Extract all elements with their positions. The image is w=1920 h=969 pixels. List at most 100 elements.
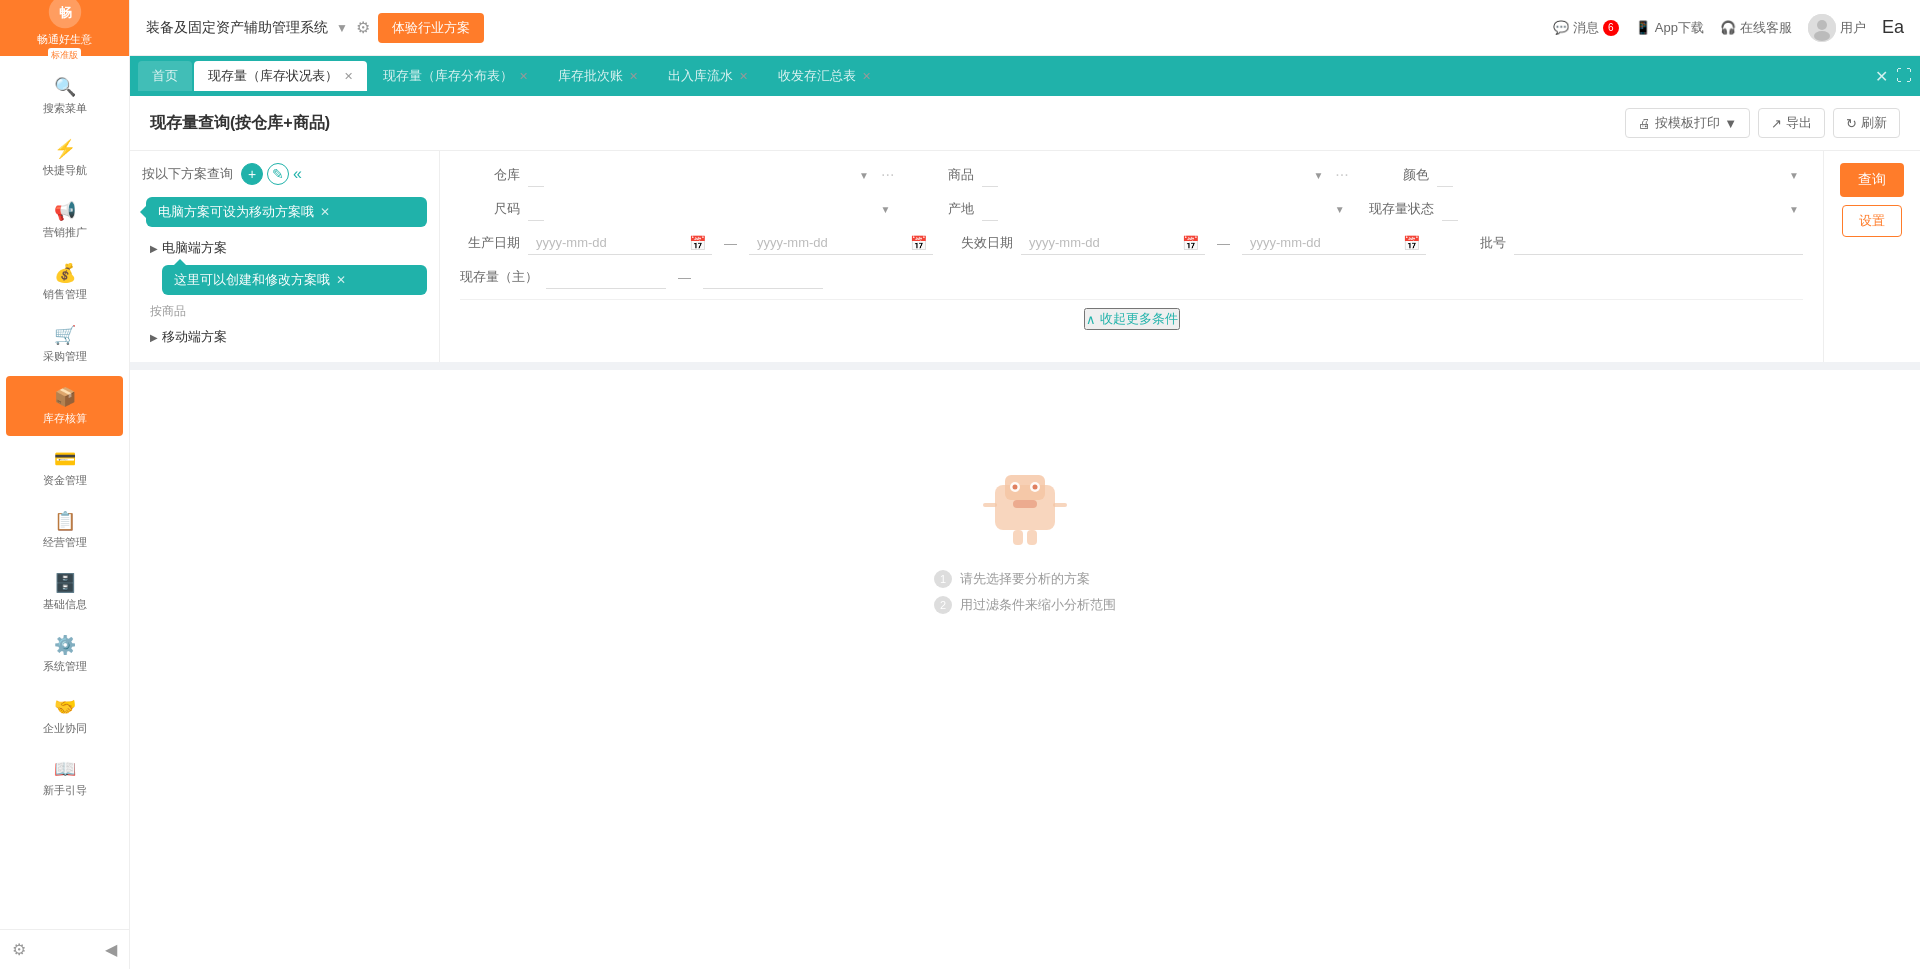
message-item[interactable]: 💬 消息 6 [1553,19,1619,37]
exp-date-end-input[interactable] [1242,231,1426,255]
origin-select-wrapper [982,197,1348,221]
enterprise-icon: 🤝 [54,696,76,718]
edit-scheme-btn[interactable]: ✎ [267,163,289,185]
sidebar-item-operation[interactable]: 📋 经营管理 [6,500,123,560]
sidebar-item-label-purchase: 采购管理 [43,349,87,364]
sidebar-collapse-icon[interactable]: ◀ [105,940,117,959]
sub-scheme-item: 按商品 [142,303,427,320]
user-avatar [1808,14,1836,42]
stock-qty-max-input[interactable] [703,265,823,289]
pc-scheme-item[interactable]: ▶ 电脑端方案 [142,235,427,261]
warehouse-label: 仓库 [460,166,520,184]
goods-dots[interactable]: ··· [1335,166,1348,184]
tab-inventory-dist[interactable]: 现存量（库存分布表） ✕ [369,61,542,91]
print-label: 按模板打印 [1655,114,1720,132]
tab-batch-account-close[interactable]: ✕ [629,70,638,83]
tab-close-all-icon[interactable]: ✕ [1875,67,1888,86]
batch-label: 批号 [1446,234,1506,252]
query-button[interactable]: 查询 [1840,163,1904,197]
ea-label: Ea [1882,17,1904,38]
svg-rect-15 [1027,530,1037,545]
user-label: 用户 [1840,19,1866,37]
collapse-button[interactable]: ∧ 收起更多条件 [1084,308,1180,330]
empty-tip2-text: 用过滤条件来缩小分析范围 [960,596,1116,614]
sidebar-item-label-sales: 销售管理 [43,287,87,302]
export-button[interactable]: ↗ 导出 [1758,108,1825,138]
warehouse-dots[interactable]: ··· [881,166,894,184]
sidebar-item-purchase[interactable]: 🛒 采购管理 [6,314,123,374]
header-gear-icon[interactable]: ⚙ [356,18,370,37]
prod-date-calendar-icon[interactable]: 📅 [689,235,706,251]
filter-grid-row3: 生产日期 📅 — 📅 [460,231,1803,255]
header-dropdown-icon[interactable]: ▼ [336,21,348,35]
sidebar-item-system[interactable]: ⚙️ 系统管理 [6,624,123,684]
settings-button[interactable]: 设置 [1842,205,1902,237]
prod-date-end-input[interactable] [749,231,933,255]
warehouse-select[interactable] [528,163,544,187]
goods-select[interactable] [982,163,998,187]
sidebar-item-marketing[interactable]: 📢 营销推广 [6,190,123,250]
collapse-label: 收起更多条件 [1100,310,1178,328]
sidebar-item-finance[interactable]: 💳 资金管理 [6,438,123,498]
sidebar-settings-icon[interactable]: ⚙ [12,940,26,959]
marketing-icon: 📢 [54,200,76,222]
sidebar-item-basic[interactable]: 🗄️ 基础信息 [6,562,123,622]
logo-area: 畅 畅通好生意 标准版 [0,0,129,56]
tab-recv-summary[interactable]: 收发存汇总表 ✕ [764,61,885,91]
svg-rect-14 [1013,530,1023,545]
sidebar-item-label-quick-nav: 快捷导航 [43,163,87,178]
scheme-arrow-left[interactable]: « [293,165,302,183]
exp-date-input[interactable] [1021,231,1205,255]
trial-button[interactable]: 体验行业方案 [378,13,484,43]
sidebar-item-guide[interactable]: 📖 新手引导 [6,748,123,808]
sidebar-item-sales[interactable]: 💰 销售管理 [6,252,123,312]
user-item[interactable]: 用户 [1808,14,1866,42]
tab-inout-flow-close[interactable]: ✕ [739,70,748,83]
add-scheme-btn[interactable]: + [241,163,263,185]
prod-date-end-calendar-icon[interactable]: 📅 [910,235,927,251]
tab-inventory-status[interactable]: 现存量（库存状况表） ✕ [194,61,367,91]
empty-tip1: 1 请先选择要分析的方案 [934,570,1116,588]
tab-inventory-status-close[interactable]: ✕ [344,70,353,83]
prod-date-input[interactable] [528,231,712,255]
exp-date-end-calendar-icon[interactable]: 📅 [1403,235,1420,251]
message-label: 消息 [1573,19,1599,37]
tab-recv-summary-close[interactable]: ✕ [862,70,871,83]
main-area: 装备及固定资产辅助管理系统 ▼ ⚙ 体验行业方案 💬 消息 6 📱 App下载 … [130,0,1920,969]
stock-qty-min-input[interactable] [546,265,666,289]
refresh-button[interactable]: ↻ 刷新 [1833,108,1900,138]
sidebar-item-quick-nav[interactable]: ⚡ 快捷导航 [6,128,123,188]
exp-date-calendar-icon[interactable]: 📅 [1182,235,1199,251]
filter-row-size: 尺码 [460,197,894,221]
sidebar-footer: ⚙ ◀ [0,929,129,969]
app-download-item[interactable]: 📱 App下载 [1635,19,1704,37]
stock-qty-sep: — [674,270,695,285]
filter-divider [130,362,1920,370]
tab-fullscreen-icon[interactable]: ⛶ [1896,67,1912,85]
tab-inout-flow[interactable]: 出入库流水 ✕ [654,61,762,91]
stock-qty-label: 现存量（主） [460,268,538,286]
print-button[interactable]: 🖨 按模板打印 ▼ [1625,108,1750,138]
batch-input[interactable] [1514,231,1803,255]
color-select[interactable] [1437,163,1453,187]
tab-home[interactable]: 首页 [138,61,192,91]
sidebar-item-search-menu[interactable]: 🔍 搜索菜单 [6,66,123,126]
tab-inventory-dist-close[interactable]: ✕ [519,70,528,83]
filter-top: 按以下方案查询 + ✎ « [142,163,427,185]
size-select-wrapper [528,197,894,221]
empty-state: 1 请先选择要分析的方案 2 用过滤条件来缩小分析范围 [130,370,1920,702]
svg-point-9 [1013,485,1018,490]
online-support-item[interactable]: 🎧 在线客服 [1720,19,1792,37]
sidebar-item-inventory[interactable]: 📦 库存核算 [6,376,123,436]
tab-inventory-status-label: 现存量（库存状况表） [208,67,338,85]
sidebar-item-label-operation: 经营管理 [43,535,87,550]
mobile-scheme-item[interactable]: ▶ 移动端方案 [142,324,427,350]
origin-select[interactable] [982,197,998,221]
sidebar-item-enterprise[interactable]: 🤝 企业协同 [6,686,123,746]
tooltip2-close[interactable]: ✕ [336,273,346,287]
tooltip1-close[interactable]: ✕ [320,205,330,219]
size-select[interactable] [528,197,544,221]
stock-state-select[interactable] [1442,197,1458,221]
tab-batch-account[interactable]: 库存批次账 ✕ [544,61,652,91]
prod-date-wrapper: 📅 [528,231,712,255]
